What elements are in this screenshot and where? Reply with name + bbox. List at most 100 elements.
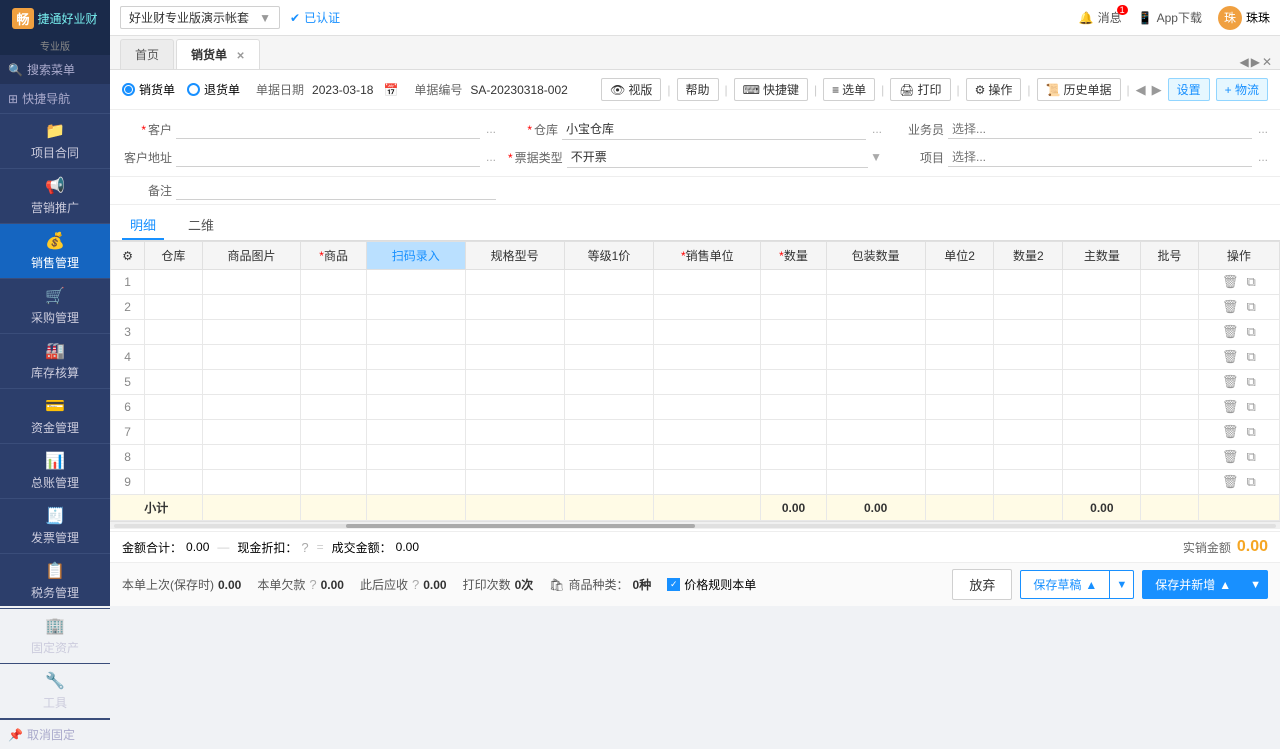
row-batch[interactable]: [1141, 370, 1198, 395]
discard-button[interactable]: 放弃: [952, 569, 1012, 600]
row-barcode[interactable]: [366, 270, 465, 295]
row-main-qty[interactable]: [1063, 470, 1141, 495]
row-price1[interactable]: [564, 345, 654, 370]
row-qty2[interactable]: [994, 295, 1063, 320]
sidebar-search-item[interactable]: 🔍 搜索菜单: [0, 55, 110, 84]
row-spec[interactable]: [465, 270, 564, 295]
tab-sales-order[interactable]: 销货单 ✕: [176, 39, 260, 69]
row-delete-btn[interactable]: 🗑: [1220, 349, 1241, 365]
sidebar-item-invoice[interactable]: 🧾 发票管理: [0, 499, 110, 554]
row-image[interactable]: [202, 445, 301, 470]
print-btn[interactable]: 🖨 打印: [890, 78, 950, 101]
row-price1[interactable]: [564, 270, 654, 295]
row-quantity[interactable]: [761, 420, 826, 445]
row-spec[interactable]: [465, 320, 564, 345]
project-dots[interactable]: ...: [1258, 150, 1268, 164]
row-sales-unit[interactable]: [654, 270, 761, 295]
sidebar-item-marketing[interactable]: 📢 营销推广: [0, 169, 110, 224]
row-batch[interactable]: [1141, 345, 1198, 370]
invoice-select[interactable]: 不开票 ▼: [567, 146, 882, 168]
row-quantity[interactable]: [761, 270, 826, 295]
user-menu[interactable]: 珠 珠珠: [1218, 6, 1270, 30]
price-policy-check[interactable]: ✓ 价格规则本单: [667, 576, 756, 593]
row-barcode[interactable]: [366, 395, 465, 420]
tab-home[interactable]: 首页: [120, 39, 174, 69]
row-main-qty[interactable]: [1063, 445, 1141, 470]
row-spec[interactable]: [465, 395, 564, 420]
row-pack-qty[interactable]: [826, 295, 925, 320]
row-pack-qty[interactable]: [826, 320, 925, 345]
row-qty2[interactable]: [994, 445, 1063, 470]
save-new-button[interactable]: 保存并新增 ▲: [1142, 570, 1244, 599]
col-settings[interactable]: ⚙: [111, 242, 145, 270]
col-barcode[interactable]: 扫码录入: [366, 242, 465, 270]
row-price1[interactable]: [564, 395, 654, 420]
row-barcode[interactable]: [366, 470, 465, 495]
radio-return-order[interactable]: 退货单: [187, 81, 240, 98]
row-quantity[interactable]: [761, 445, 826, 470]
tab-prev-icon[interactable]: ◀: [1239, 55, 1248, 69]
row-product[interactable]: [301, 295, 366, 320]
row-unit2[interactable]: [925, 470, 994, 495]
save-draft-button[interactable]: 保存草稿 ▲: [1020, 570, 1110, 599]
history-btn[interactable]: 📜 历史单据: [1037, 78, 1121, 101]
debt-help-icon[interactable]: ?: [309, 577, 316, 592]
row-spec[interactable]: [465, 295, 564, 320]
salesperson-input[interactable]: [948, 120, 1252, 139]
row-sales-unit[interactable]: [654, 470, 761, 495]
tab-detail[interactable]: 明细: [122, 211, 164, 240]
row-pack-qty[interactable]: [826, 270, 925, 295]
save-draft-dropdown[interactable]: ▼: [1110, 570, 1134, 599]
row-unit2[interactable]: [925, 420, 994, 445]
project-input[interactable]: [948, 148, 1252, 167]
row-batch[interactable]: [1141, 395, 1198, 420]
row-product[interactable]: [301, 395, 366, 420]
row-copy-btn[interactable]: ⧉: [1244, 424, 1257, 440]
row-copy-btn[interactable]: ⧉: [1244, 349, 1257, 365]
row-copy-btn[interactable]: ⧉: [1244, 299, 1257, 315]
address-dots[interactable]: ...: [486, 150, 496, 164]
sidebar-item-tools[interactable]: 🔧 工具: [0, 664, 110, 719]
row-main-qty[interactable]: [1063, 395, 1141, 420]
row-qty2[interactable]: [994, 420, 1063, 445]
row-spec[interactable]: [465, 470, 564, 495]
row-main-qty[interactable]: [1063, 345, 1141, 370]
select-btn[interactable]: ≡ 选单: [823, 78, 875, 101]
row-warehouse[interactable]: [145, 370, 202, 395]
row-delete-btn[interactable]: 🗑: [1220, 474, 1241, 490]
row-barcode[interactable]: [366, 295, 465, 320]
help-btn[interactable]: 帮助: [677, 78, 719, 101]
calendar-icon[interactable]: 📅: [383, 83, 398, 97]
messages-btn[interactable]: 🔔 消息 1: [1079, 9, 1122, 26]
row-pack-qty[interactable]: [826, 395, 925, 420]
customer-input[interactable]: [176, 120, 480, 139]
row-copy-btn[interactable]: ⧉: [1244, 274, 1257, 290]
row-pack-qty[interactable]: [826, 470, 925, 495]
row-product[interactable]: [301, 445, 366, 470]
row-delete-btn[interactable]: 🗑: [1220, 399, 1241, 415]
row-pack-qty[interactable]: [826, 445, 925, 470]
row-warehouse[interactable]: [145, 420, 202, 445]
row-quantity[interactable]: [761, 320, 826, 345]
row-qty2[interactable]: [994, 320, 1063, 345]
row-sales-unit[interactable]: [654, 295, 761, 320]
row-pack-qty[interactable]: [826, 345, 925, 370]
row-main-qty[interactable]: [1063, 370, 1141, 395]
row-delete-btn[interactable]: 🗑: [1220, 324, 1241, 340]
row-batch[interactable]: [1141, 445, 1198, 470]
row-warehouse[interactable]: [145, 470, 202, 495]
row-product[interactable]: [301, 345, 366, 370]
row-product[interactable]: [301, 270, 366, 295]
row-product[interactable]: [301, 420, 366, 445]
shortcut-btn[interactable]: ⌨ 快捷键: [734, 78, 808, 101]
row-main-qty[interactable]: [1063, 295, 1141, 320]
row-warehouse[interactable]: [145, 395, 202, 420]
row-price1[interactable]: [564, 470, 654, 495]
radio-sales-order[interactable]: 销货单: [122, 81, 175, 98]
row-unit2[interactable]: [925, 395, 994, 420]
row-barcode[interactable]: [366, 420, 465, 445]
row-quantity[interactable]: [761, 345, 826, 370]
row-main-qty[interactable]: [1063, 270, 1141, 295]
salesperson-dots[interactable]: ...: [1258, 122, 1268, 136]
row-unit2[interactable]: [925, 445, 994, 470]
